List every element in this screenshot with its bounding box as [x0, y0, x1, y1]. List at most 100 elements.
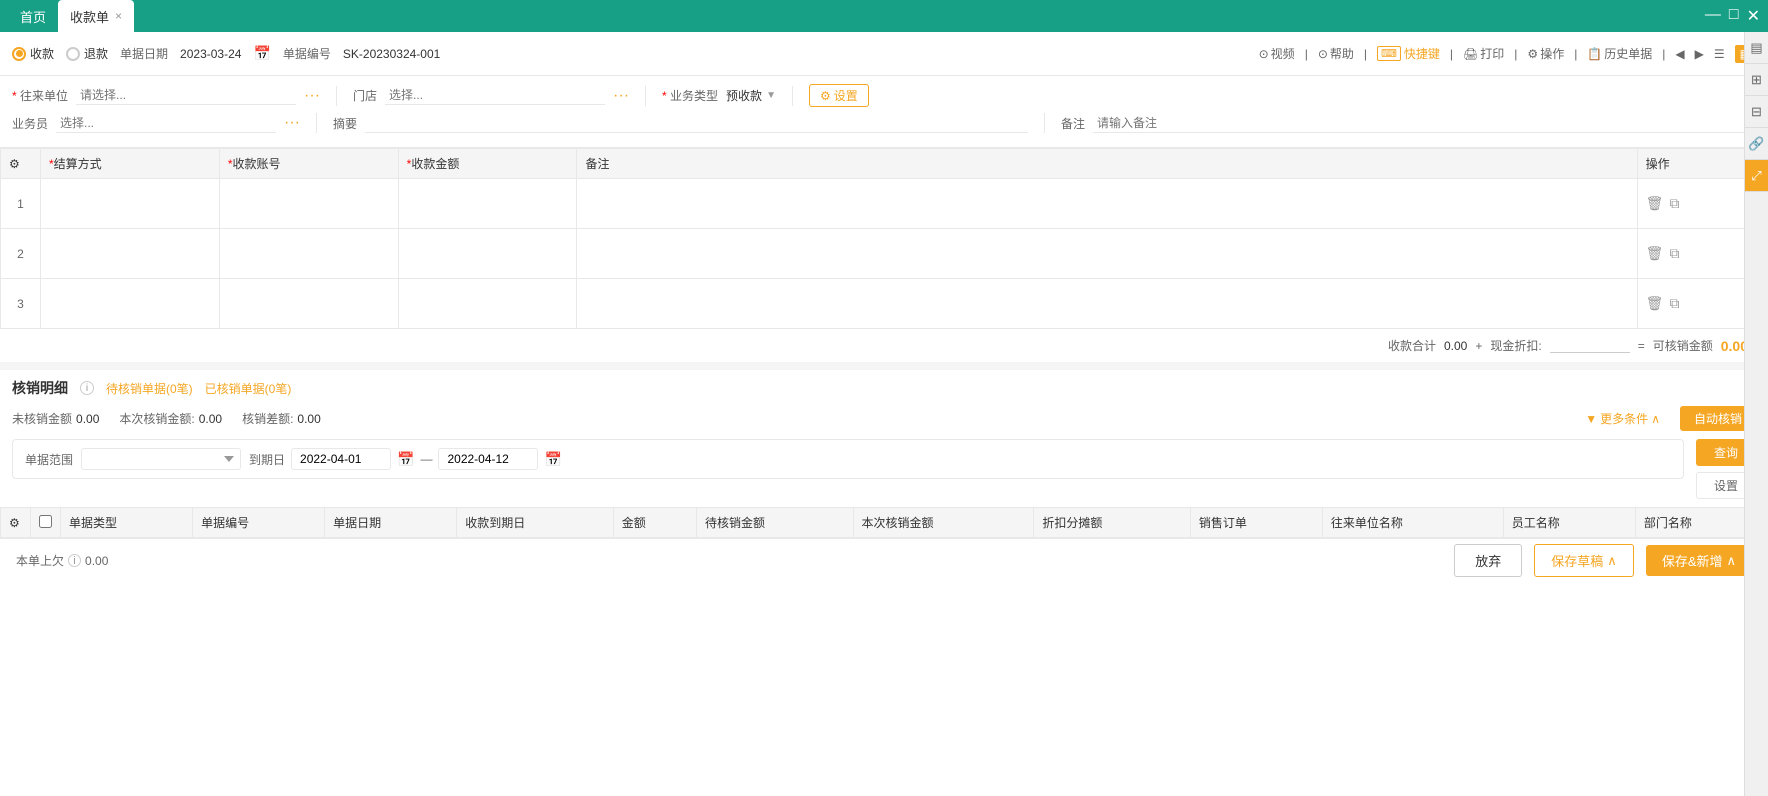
uncancelled-label: 未核销金额 [12, 410, 72, 427]
sidebar-icon-1[interactable]: ▤ [1745, 32, 1768, 64]
tab-close-icon[interactable]: × [115, 9, 122, 23]
row2-settlement[interactable] [41, 229, 220, 279]
bt-col-sales: 销售订单 [1190, 508, 1322, 538]
help-btn[interactable]: ⊙ 帮助 [1318, 45, 1354, 62]
note-input[interactable] [1093, 114, 1756, 133]
bill-date-label: 单据日期 [120, 45, 168, 62]
sep4: | [1514, 47, 1517, 61]
main-table-wrapper: ⚙ *结算方式 *收款账号 *收款金额 备注 操作 [0, 148, 1768, 328]
shortcut-icon: ⌨ [1377, 46, 1401, 61]
reconcile-info-icon[interactable]: i [80, 381, 94, 395]
more-conditions-btn[interactable]: ▼ 更多条件 ∧ [1585, 410, 1660, 427]
bt-col-checkbox[interactable] [31, 508, 61, 538]
save-new-btn[interactable]: 保存&新增 ∧ [1646, 545, 1752, 576]
biz-type-select[interactable]: 预收款 ▼ [726, 87, 776, 104]
partner-input[interactable] [76, 86, 296, 105]
shop-input[interactable] [385, 86, 605, 105]
close-btn[interactable]: ✕ [1747, 6, 1760, 26]
filter-icon: ▼ [1585, 412, 1597, 426]
footer-info-icon[interactable]: i [68, 554, 81, 567]
date-from-input[interactable] [291, 448, 391, 470]
discount-input[interactable] [1550, 338, 1630, 353]
row3-settlement[interactable] [41, 279, 220, 329]
form-row-1: 往来单位 ··· 门店 ··· 业务类型 预收款 ▼ ⚙ 设置 [12, 84, 1756, 107]
footer-bar: 本单上欠 i 0.00 放弃 保存草稿 ∧ 保存&新增 ∧ [0, 538, 1768, 582]
history-btn[interactable]: 📋 历史单据 [1587, 45, 1652, 62]
prev-icon[interactable]: ◀ [1675, 47, 1684, 61]
staff-dots[interactable]: ··· [284, 115, 300, 131]
radio-refund[interactable]: 退款 [66, 45, 108, 62]
list-icon[interactable]: ☰ [1714, 47, 1725, 61]
radio-group: 收款 退款 [12, 45, 108, 62]
date-to-icon[interactable]: 📅 [544, 451, 561, 468]
total-value: 0.00 [1444, 339, 1467, 353]
row3-account[interactable] [219, 279, 398, 329]
sidebar-icon-2[interactable]: ⊞ [1745, 64, 1768, 96]
row1-delete-icon[interactable]: 🗑 [1646, 195, 1664, 212]
staff-input[interactable] [56, 114, 276, 133]
available-label: 可核销金额 [1653, 337, 1713, 354]
date-from-icon[interactable]: 📅 [397, 451, 414, 468]
settings-button[interactable]: ⚙ 设置 [809, 84, 869, 107]
help-icon: ⊙ [1318, 47, 1328, 61]
abandon-btn[interactable]: 放弃 [1454, 544, 1522, 577]
calendar-icon[interactable]: 📅 [253, 45, 270, 62]
summary-input[interactable] [365, 114, 1028, 133]
row2-remarks[interactable] [577, 229, 1637, 279]
select-all-checkbox[interactable] [39, 515, 52, 528]
range-select[interactable] [81, 448, 241, 470]
maximize-btn[interactable]: □ [1729, 6, 1739, 26]
row2-account[interactable] [219, 229, 398, 279]
row1-account[interactable] [219, 179, 398, 229]
bt-col-date: 单据日期 [325, 508, 457, 538]
reconcile-title: 核销明细 [12, 378, 68, 398]
sidebar-icon-4[interactable]: 🔗 [1745, 128, 1768, 160]
row3-copy-icon[interactable]: ⧉ [1669, 295, 1679, 312]
partner-dots[interactable]: ··· [304, 88, 320, 104]
row1-index: 1 [1, 179, 41, 229]
radio-receive[interactable]: 收款 [12, 45, 54, 62]
row2-copy-icon[interactable]: ⧉ [1669, 245, 1679, 262]
ops-btn[interactable]: ⚙ 操作 [1527, 45, 1564, 62]
row3-delete-icon[interactable]: 🗑 [1646, 295, 1664, 312]
col-amount-header: *收款金额 [398, 149, 577, 179]
table-row: 3 🗑 ⧉ [1, 279, 1768, 329]
row1-remarks[interactable] [577, 179, 1637, 229]
pending-tab[interactable]: 待核销单据(0笔) [106, 380, 193, 397]
history-icon: 📋 [1587, 47, 1602, 61]
due-date-label: 到期日 [249, 451, 285, 468]
row2-delete-icon[interactable]: 🗑 [1646, 245, 1664, 262]
minimize-btn[interactable]: — [1705, 6, 1721, 26]
date-to-input[interactable] [438, 448, 538, 470]
save-new-label: 保存&新增 [1662, 551, 1723, 570]
bt-col-settings[interactable]: ⚙ [1, 508, 31, 538]
row1-amount[interactable] [398, 179, 577, 229]
draft-btn[interactable]: 保存草稿 ∧ [1534, 544, 1634, 577]
tab-active[interactable]: 收款单 × [58, 0, 134, 32]
draft-label: 保存草稿 [1551, 551, 1603, 570]
next-icon[interactable]: ▶ [1695, 47, 1704, 61]
summary-label: 摘要 [333, 115, 357, 132]
row2-amount[interactable] [398, 229, 577, 279]
row1-settlement[interactable] [41, 179, 220, 229]
sidebar-icon-3[interactable]: ⊟ [1745, 96, 1768, 128]
uncancelled-value: 0.00 [76, 412, 99, 426]
bt-col-partner: 往来单位名称 [1322, 508, 1503, 538]
tab-home[interactable]: 首页 [8, 0, 58, 32]
row3-remarks[interactable] [577, 279, 1637, 329]
sidebar-icon-5[interactable]: ⤢ [1745, 160, 1768, 192]
done-tab[interactable]: 已核销单据(0笔) [205, 380, 292, 397]
equals-sign: = [1638, 339, 1645, 353]
row3-amount[interactable] [398, 279, 577, 329]
reconcile-header: 核销明细 i 待核销单据(0笔) 已核销单据(0笔) [12, 378, 1756, 398]
help-label: 帮助 [1330, 45, 1354, 62]
video-btn[interactable]: ⊙ 视频 [1259, 45, 1295, 62]
shortcut-btn[interactable]: ⌨ 快捷键 [1377, 45, 1440, 62]
tab-active-label: 收款单 [70, 7, 109, 26]
col-settings-header[interactable]: ⚙ [1, 149, 41, 179]
shop-dots[interactable]: ··· [613, 88, 629, 104]
row1-copy-icon[interactable]: ⧉ [1669, 195, 1679, 212]
biz-type-value: 预收款 [726, 87, 762, 104]
print-btn[interactable]: 🖨 打印 [1463, 45, 1504, 62]
history-label: 历史单据 [1604, 45, 1652, 62]
